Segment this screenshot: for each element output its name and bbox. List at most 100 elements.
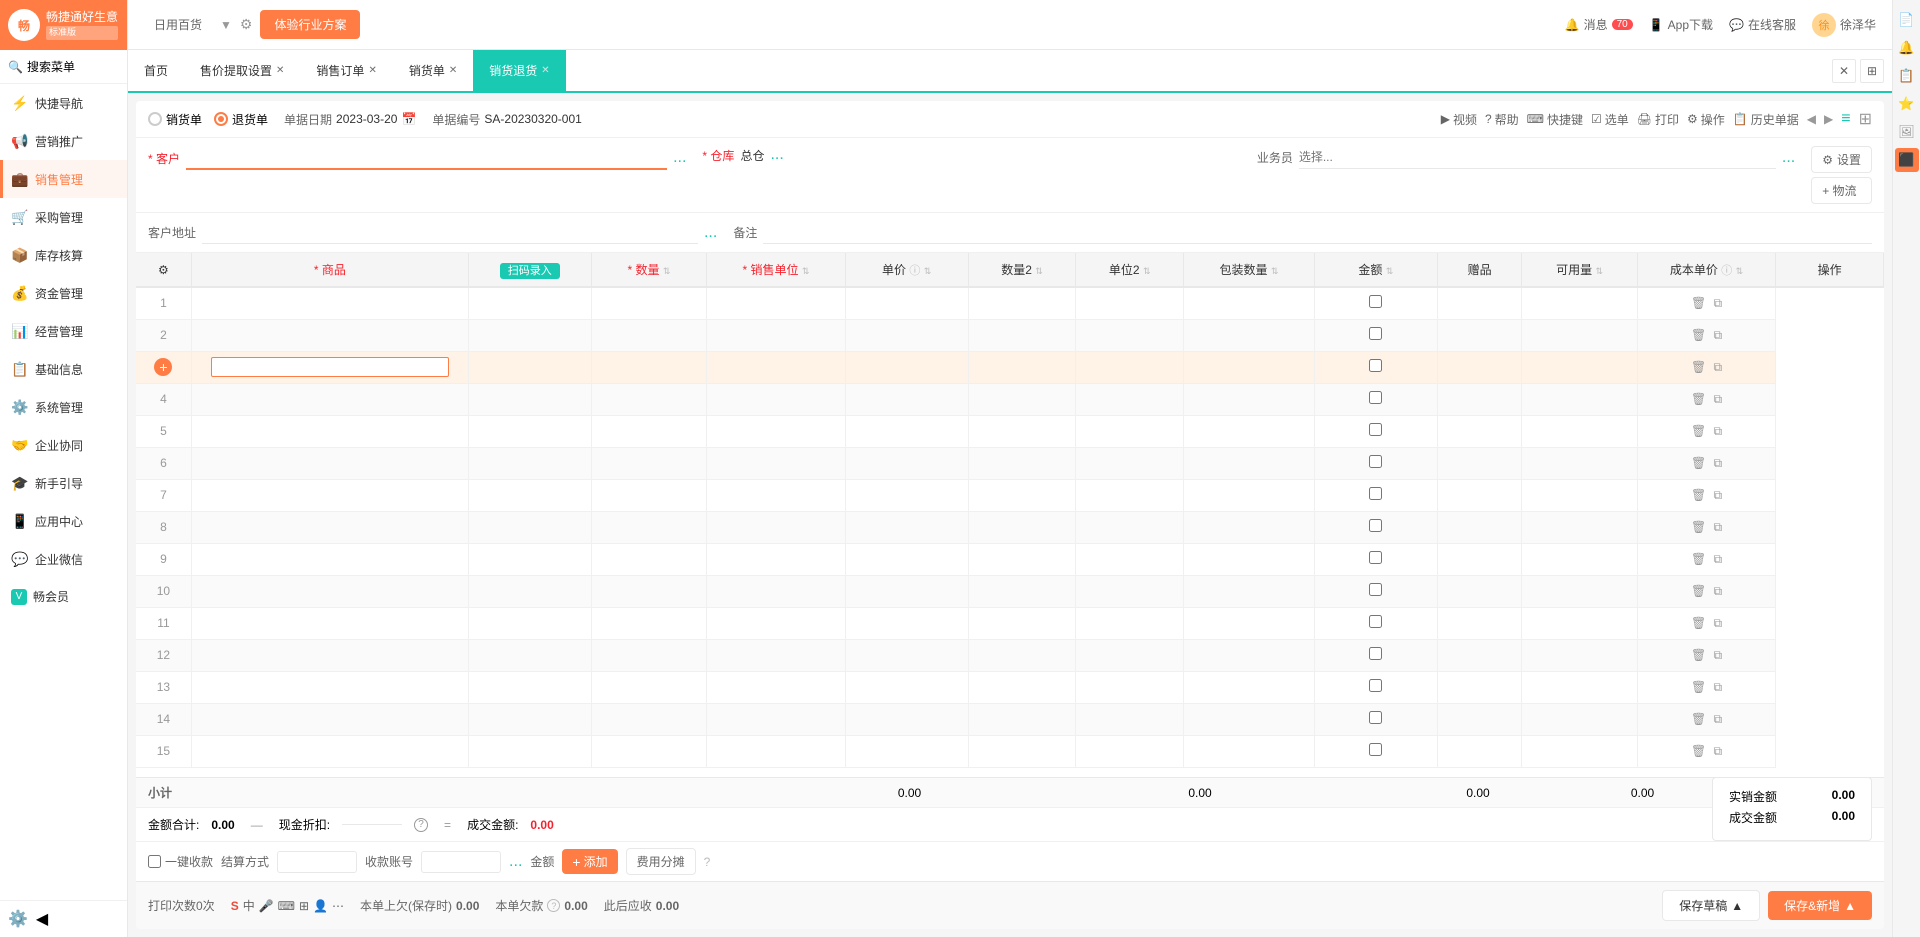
copy-row-btn-4[interactable]: ⧉	[1714, 392, 1723, 406]
price-cell-9[interactable]	[707, 543, 845, 575]
product-cell-3[interactable]	[191, 351, 468, 383]
tab-sales-delivery[interactable]: 销货单 ✕	[393, 50, 473, 91]
gear-col-icon[interactable]: ⚙	[158, 263, 169, 277]
gift-cell-6[interactable]	[1314, 447, 1437, 479]
unit2-cell-15[interactable]	[968, 735, 1076, 767]
gift-checkbox-12[interactable]	[1369, 647, 1382, 660]
gift-cell-8[interactable]	[1314, 511, 1437, 543]
unit-cell-7[interactable]	[591, 479, 706, 511]
tab-price-settings[interactable]: 售价提取设置 ✕	[184, 50, 300, 91]
unit2-cell-11[interactable]	[968, 607, 1076, 639]
copy-row-btn-8[interactable]: ⧉	[1714, 520, 1723, 534]
ops-cell-14[interactable]: 🗑 ⧉	[1637, 703, 1775, 735]
unit-cell-11[interactable]	[591, 607, 706, 639]
qty-cell-2[interactable]	[468, 319, 591, 351]
price-cell-12[interactable]	[707, 639, 845, 671]
gift-cell-11[interactable]	[1314, 607, 1437, 639]
ops-cell-11[interactable]: 🗑 ⧉	[1637, 607, 1775, 639]
unit-cell-10[interactable]	[591, 575, 706, 607]
qty-cell-8[interactable]	[468, 511, 591, 543]
cost-cell-7[interactable]	[1522, 479, 1637, 511]
copy-row-btn-6[interactable]: ⧉	[1714, 456, 1723, 470]
pack-cell-5[interactable]	[1076, 415, 1184, 447]
experience-button[interactable]: 体验行业方案	[260, 10, 360, 39]
product-cell-12[interactable]	[191, 639, 468, 671]
amount-cell-11[interactable]	[1184, 607, 1315, 639]
price-info-icon[interactable]: ⓘ	[909, 265, 920, 277]
icon-mic[interactable]: 🎤	[259, 899, 274, 913]
pack-cell-8[interactable]	[1076, 511, 1184, 543]
icon-chinese[interactable]: 中	[243, 897, 255, 914]
right-panel-image-icon[interactable]: 🖼	[1895, 120, 1919, 144]
gift-cell-4[interactable]	[1314, 383, 1437, 415]
settings-gear-icon-top[interactable]: ⚙	[240, 16, 253, 33]
amount-sort-icon[interactable]: ⇅	[1386, 266, 1394, 276]
cost-cell-9[interactable]	[1522, 543, 1637, 575]
unit-cell-5[interactable]	[591, 415, 706, 447]
pack-cell-13[interactable]	[1076, 671, 1184, 703]
qty-sort-icon[interactable]: ⇅	[663, 266, 671, 276]
unit-cell-3[interactable]	[591, 351, 706, 383]
gift-cell-13[interactable]	[1314, 671, 1437, 703]
price-cell-3[interactable]	[707, 351, 845, 383]
product-cell-14[interactable]	[191, 703, 468, 735]
qty2-cell-9[interactable]	[845, 543, 968, 575]
shortcut-btn[interactable]: ⌨ 快捷键	[1527, 111, 1583, 128]
video-btn[interactable]: ▶ 视频	[1441, 111, 1477, 128]
save-draft-btn[interactable]: 保存草稿 ▲	[1662, 890, 1760, 921]
row-gear-10[interactable]: 10	[136, 575, 191, 607]
customer-input[interactable]	[186, 146, 667, 170]
select-btn[interactable]: ☑ 选单	[1591, 111, 1629, 128]
price-cell-6[interactable]	[707, 447, 845, 479]
unit2-cell-7[interactable]	[968, 479, 1076, 511]
ops-cell-6[interactable]: 🗑 ⧉	[1637, 447, 1775, 479]
price-cell-1[interactable]	[707, 287, 845, 319]
gift-cell-10[interactable]	[1314, 575, 1437, 607]
amount-cell-9[interactable]	[1184, 543, 1315, 575]
right-panel-clipboard-icon[interactable]: 📋	[1895, 64, 1919, 88]
product-cell-11[interactable]	[191, 607, 468, 639]
right-panel-active-icon[interactable]: ⬛	[1895, 148, 1919, 172]
sidebar-item-master-data[interactable]: 📋 基础信息	[0, 350, 127, 388]
pack-cell-3[interactable]	[1076, 351, 1184, 383]
scan-btn[interactable]: 扫码录入	[500, 263, 560, 279]
row-gear-13[interactable]: 13	[136, 671, 191, 703]
copy-row-btn-9[interactable]: ⧉	[1714, 552, 1723, 566]
settlement-method-input[interactable]	[277, 851, 357, 873]
expense-split-btn[interactable]: 费用分摊	[626, 848, 696, 875]
prev-doc-icon[interactable]: ◀	[1807, 112, 1816, 126]
notification-item[interactable]: 🔔 消息 70	[1565, 16, 1633, 33]
help-btn[interactable]: ? 帮助	[1485, 111, 1519, 128]
delete-row-btn-8[interactable]: 🗑	[1691, 520, 1706, 534]
gift-checkbox-3[interactable]	[1369, 359, 1382, 372]
copy-row-btn-14[interactable]: ⧉	[1714, 712, 1723, 726]
available-cell-9[interactable]	[1437, 543, 1522, 575]
pack-cell-2[interactable]	[1076, 319, 1184, 351]
user-item[interactable]: 徐 徐泽华	[1812, 13, 1876, 37]
pack-cell-14[interactable]	[1076, 703, 1184, 735]
row-gear-1[interactable]: 1	[136, 287, 191, 319]
unit2-cell-9[interactable]	[968, 543, 1076, 575]
pack-cell-7[interactable]	[1076, 479, 1184, 511]
sidebar-item-newbie[interactable]: 🎓 新手引导	[0, 464, 127, 502]
qty2-cell-11[interactable]	[845, 607, 968, 639]
ops-cell-8[interactable]: 🗑 ⧉	[1637, 511, 1775, 543]
delete-row-btn-15[interactable]: 🗑	[1691, 744, 1706, 758]
product-cell-7[interactable]	[191, 479, 468, 511]
qty-cell-6[interactable]	[468, 447, 591, 479]
gift-checkbox-13[interactable]	[1369, 679, 1382, 692]
ops-cell-3[interactable]: 🗑 ⧉	[1637, 351, 1775, 383]
qty2-cell-3[interactable]	[845, 351, 968, 383]
price-cell-14[interactable]	[707, 703, 845, 735]
ops-btn[interactable]: ⚙ 操作	[1687, 111, 1725, 128]
copy-row-btn-2[interactable]: ⧉	[1714, 328, 1723, 342]
pack-cell-9[interactable]	[1076, 543, 1184, 575]
pack-cell-4[interactable]	[1076, 383, 1184, 415]
available-sort-icon[interactable]: ⇅	[1596, 266, 1604, 276]
qty2-cell-1[interactable]	[845, 287, 968, 319]
icon-keyboard2[interactable]: ⌨	[278, 899, 295, 913]
gift-checkbox-9[interactable]	[1369, 551, 1382, 564]
qty-cell-1[interactable]	[468, 287, 591, 319]
row-gear-9[interactable]: 9	[136, 543, 191, 575]
cost-cell-1[interactable]	[1522, 287, 1637, 319]
